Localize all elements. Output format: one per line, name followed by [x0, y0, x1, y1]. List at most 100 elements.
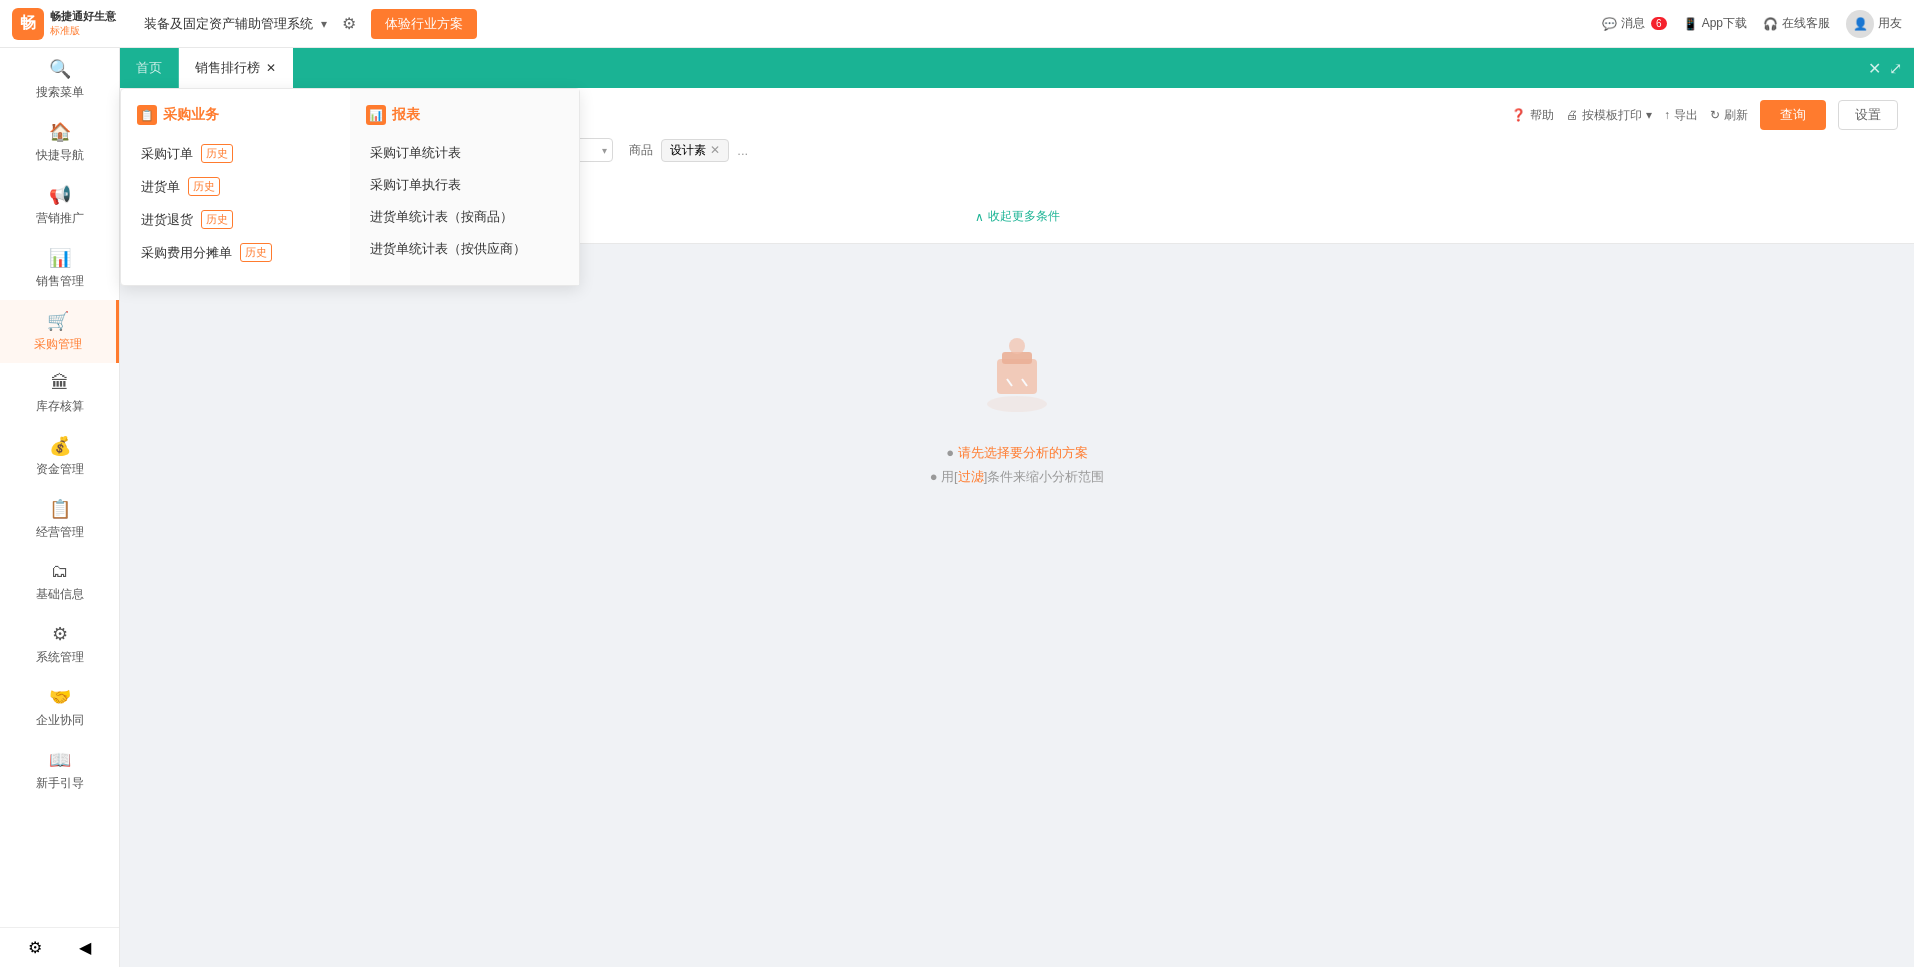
- message-icon: 💬: [1602, 17, 1617, 31]
- coop-icon: 🤝: [49, 686, 71, 708]
- message-label: 消息: [1621, 15, 1645, 32]
- export-label: 导出: [1674, 107, 1698, 124]
- sidebar-collapse-btn[interactable]: ◀: [79, 938, 91, 957]
- sidebar-item-inventory[interactable]: 🏛 库存核算: [0, 363, 119, 425]
- tab-bar-right: ✕ ⤢: [1868, 59, 1914, 78]
- dropdown-item-goods-receipt[interactable]: 进货单 历史: [137, 170, 334, 203]
- phone-icon: 📱: [1683, 17, 1698, 31]
- dropdown-label-receipt-by-supplier: 进货单统计表（按供应商）: [370, 240, 526, 258]
- dropdown-item-receipt-by-supplier[interactable]: 进货单统计表（按供应商）: [366, 233, 563, 265]
- user-label: 用友: [1878, 15, 1902, 32]
- help-icon: ❓: [1511, 108, 1526, 122]
- logo-line2: 标准版: [50, 24, 116, 38]
- message-action[interactable]: 💬 消息 6: [1602, 15, 1667, 32]
- sidebar-item-search[interactable]: 🔍 搜索菜单: [0, 48, 119, 111]
- tab-close-icon[interactable]: ✕: [266, 61, 276, 75]
- settings-button[interactable]: 设置: [1838, 100, 1898, 130]
- industry-btn[interactable]: 体验行业方案: [371, 9, 477, 39]
- export-action[interactable]: ↑ 导出: [1664, 107, 1698, 124]
- tab-sales-ranking-label: 销售排行榜: [195, 59, 260, 77]
- help-action[interactable]: ❓ 帮助: [1511, 107, 1554, 124]
- goods-label: 商品: [629, 142, 653, 159]
- service-label: 在线客服: [1782, 15, 1830, 32]
- dropdown-item-order-exec[interactable]: 采购订单执行表: [366, 169, 563, 201]
- sidebar-label-search: 搜索菜单: [36, 84, 84, 101]
- chevron-up-icon: ∧: [975, 210, 984, 224]
- print-action[interactable]: 🖨 按模板打印 ▾: [1566, 107, 1652, 124]
- sidebar-item-sales[interactable]: 📊 销售管理: [0, 237, 119, 300]
- header-right: 💬 消息 6 📱 App下载 🎧 在线客服 👤 用友: [1602, 10, 1902, 38]
- operations-icon: 📋: [49, 498, 71, 520]
- sidebar-label-basic-info: 基础信息: [36, 586, 84, 603]
- report-title-icon: 📊: [366, 105, 386, 125]
- refresh-icon: ↻: [1710, 108, 1720, 122]
- tab-close-all-icon[interactable]: ✕: [1868, 59, 1881, 78]
- collapse-label: 收起更多条件: [988, 208, 1060, 225]
- dropdown-item-expense[interactable]: 采购费用分摊单 历史: [137, 236, 334, 269]
- sidebar-label-home: 快捷导航: [36, 147, 84, 164]
- info-icon: 🗂: [51, 561, 69, 582]
- export-icon: ↑: [1664, 108, 1670, 122]
- dropdown-item-order-stat[interactable]: 采购订单统计表: [366, 137, 563, 169]
- business-title-icon: 📋: [137, 105, 157, 125]
- goods-dots[interactable]: ...: [737, 143, 748, 158]
- sidebar-item-basic-info[interactable]: 🗂 基础信息: [0, 551, 119, 613]
- settings-gear-btn[interactable]: ⚙: [335, 10, 363, 38]
- dropdown-label-order-exec: 采购订单执行表: [370, 176, 461, 194]
- goods-filter: 商品 设计素 ✕ ...: [629, 139, 748, 162]
- sidebar-item-cooperation[interactable]: 🤝 企业协同: [0, 676, 119, 739]
- goods-tag: 设计素 ✕: [661, 139, 729, 162]
- system-title: 装备及固定资产辅助管理系统: [144, 15, 313, 33]
- search-icon: 🔍: [49, 58, 71, 80]
- purchase-dropdown-menu: 📋 采购业务 采购订单 历史 进货单 历史 进货退货 历史 采购费用分摊单 历史…: [120, 88, 580, 286]
- help-label: 帮助: [1530, 107, 1554, 124]
- goods-tag-close[interactable]: ✕: [710, 143, 720, 157]
- app-download-action[interactable]: 📱 App下载: [1683, 15, 1747, 32]
- sidebar-label-finance: 资金管理: [36, 461, 84, 478]
- dropdown-label-receipt-by-goods: 进货单统计表（按商品）: [370, 208, 513, 226]
- logo-area: 畅 畅捷通好生意 标准版: [12, 8, 132, 40]
- sidebar-item-system[interactable]: ⚙ 系统管理: [0, 613, 119, 676]
- hist-badge-0: 历史: [201, 144, 233, 163]
- print-icon: 🖨: [1566, 108, 1578, 122]
- tab-sales-ranking[interactable]: 销售排行榜 ✕: [179, 48, 293, 88]
- svg-rect-1: [997, 359, 1037, 394]
- sidebar-item-operations[interactable]: 📋 经营管理: [0, 488, 119, 551]
- system-dropdown-btn[interactable]: ▾: [321, 17, 327, 31]
- business-title-text: 采购业务: [163, 106, 219, 124]
- user-action[interactable]: 👤 用友: [1846, 10, 1902, 38]
- dropdown-item-return[interactable]: 进货退货 历史: [137, 203, 334, 236]
- empty-hint-1: ● 请先选择要分析的方案: [946, 444, 1087, 462]
- dropdown-label-goods-receipt: 进货单: [141, 178, 180, 196]
- query-button[interactable]: 查询: [1760, 100, 1826, 130]
- message-badge: 6: [1651, 17, 1667, 30]
- dropdown-col-report: 📊 报表 采购订单统计表 采购订单执行表 进货单统计表（按商品） 进货单统计表（…: [350, 89, 579, 285]
- sidebar-settings-btn[interactable]: ⚙: [28, 938, 42, 957]
- report-title-text: 报表: [392, 106, 420, 124]
- sidebar-item-purchase[interactable]: 🛒 采购管理: [0, 300, 119, 363]
- inventory-icon: 🏛: [51, 373, 69, 394]
- sidebar-label-cooperation: 企业协同: [36, 712, 84, 729]
- logo-text: 畅捷通好生意 标准版: [50, 9, 116, 38]
- dropdown-item-purchase-order[interactable]: 采购订单 历史: [137, 137, 334, 170]
- top-header: 畅 畅捷通好生意 标准版 装备及固定资产辅助管理系统 ▾ ⚙ 体验行业方案 💬 …: [0, 0, 1914, 48]
- sidebar-item-home[interactable]: 🏠 快捷导航: [0, 111, 119, 174]
- sidebar-label-marketing: 营销推广: [36, 210, 84, 227]
- hist-badge-3: 历史: [240, 243, 272, 262]
- refresh-action[interactable]: ↻ 刷新: [1710, 107, 1748, 124]
- dropdown-label-order-stat: 采购订单统计表: [370, 144, 461, 162]
- empty-state: ● 请先选择要分析的方案 ● 用[过滤]条件来缩小分析范围: [120, 244, 1914, 572]
- service-action[interactable]: 🎧 在线客服: [1763, 15, 1830, 32]
- sidebar-item-guide[interactable]: 📖 新手引导: [0, 739, 119, 802]
- tab-home-label: 首页: [136, 59, 162, 77]
- guide-icon: 📖: [49, 749, 71, 771]
- dropdown-item-receipt-by-goods[interactable]: 进货单统计表（按商品）: [366, 201, 563, 233]
- logo-icon: 畅: [12, 8, 44, 40]
- tab-expand-icon[interactable]: ⤢: [1889, 59, 1902, 78]
- empty-hint-2: ● 用[过滤]条件来缩小分析范围: [930, 468, 1105, 486]
- sales-icon: 📊: [49, 247, 71, 269]
- tab-home[interactable]: 首页: [120, 48, 179, 88]
- sidebar-item-finance[interactable]: 💰 资金管理: [0, 425, 119, 488]
- sidebar-item-marketing[interactable]: 📢 营销推广: [0, 174, 119, 237]
- hist-badge-2: 历史: [201, 210, 233, 229]
